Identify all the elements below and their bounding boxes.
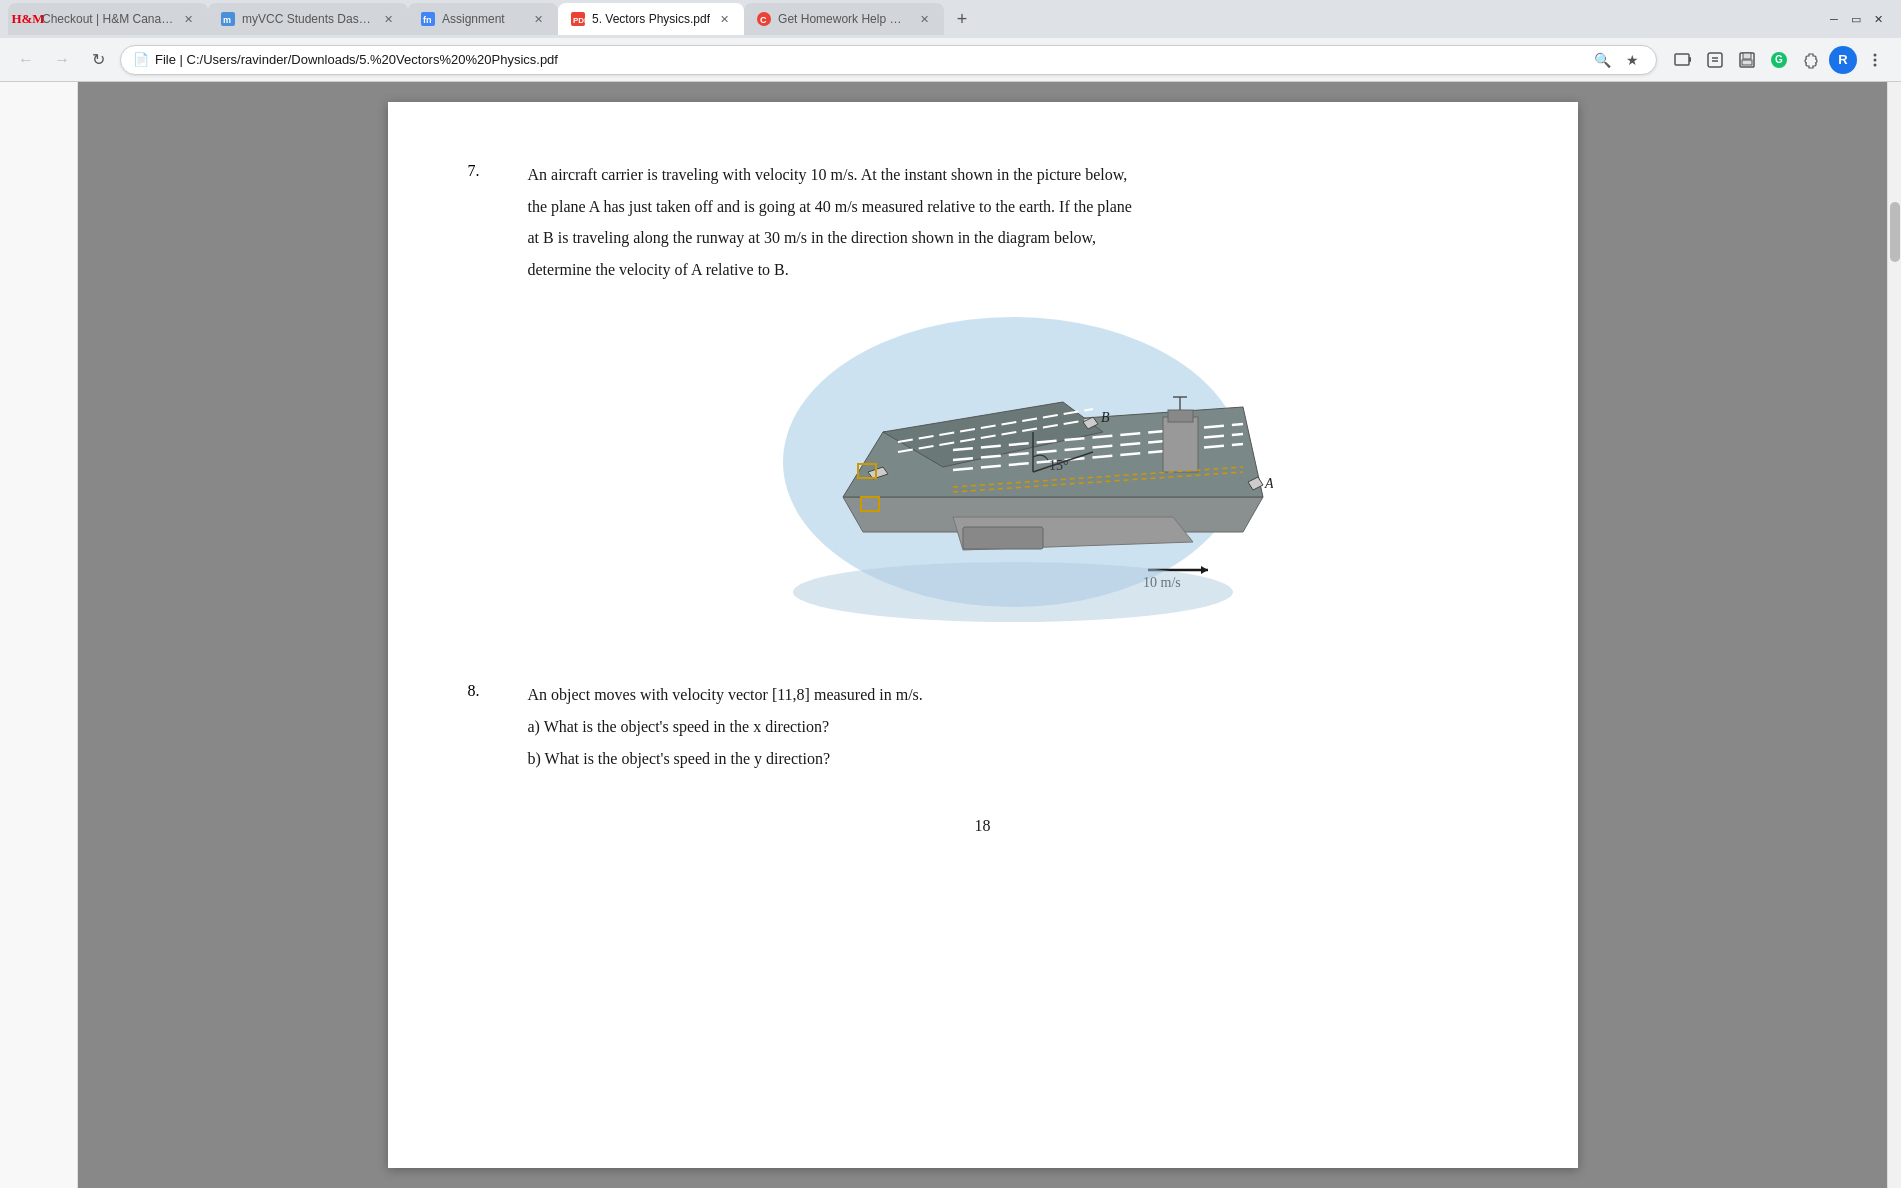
q7-line1: An aircraft carrier is traveling with ve…: [528, 162, 1498, 188]
svg-point-16: [1874, 53, 1877, 56]
tab-assignment-close[interactable]: ✕: [530, 11, 546, 27]
q7-line2: the plane A has just taken off and is go…: [528, 194, 1498, 220]
menu-icon[interactable]: [1861, 46, 1889, 74]
window-controls: ─ ▭ ✕: [1827, 12, 1893, 26]
screen-capture-icon[interactable]: [1669, 46, 1697, 74]
svg-rect-33: [963, 527, 1043, 549]
minimize-button[interactable]: ─: [1827, 12, 1841, 26]
bookmark-icon[interactable]: ★: [1620, 48, 1644, 72]
aircraft-carrier-diagram: 15° B A: [528, 302, 1498, 622]
question-7-number: 7.: [468, 162, 508, 642]
vectors-favicon-icon: PDF: [570, 11, 586, 27]
svg-text:C: C: [760, 15, 767, 25]
reload-button[interactable]: ↻: [84, 46, 112, 74]
svg-rect-14: [1743, 53, 1751, 59]
pdf-page: 7. An aircraft carrier is traveling with…: [388, 102, 1578, 1168]
address-bar-icons: 🔍 ★: [1590, 48, 1644, 72]
address-text: File | C:/Users/ravinder/Downloads/5.%20…: [155, 52, 1584, 67]
browser-content: 7. An aircraft carrier is traveling with…: [0, 82, 1901, 1188]
svg-text:A: A: [1264, 476, 1273, 491]
tab-homework-close[interactable]: ✕: [916, 11, 932, 27]
svg-point-17: [1874, 58, 1877, 61]
svg-point-50: [793, 562, 1233, 622]
tab-myvcc[interactable]: m myVCC Students Dashbo... ✕: [208, 3, 408, 35]
tab-vectors-close[interactable]: ✕: [716, 11, 732, 27]
tab-search-icon[interactable]: [1701, 46, 1729, 74]
pdf-content-area: 7. An aircraft carrier is traveling with…: [78, 82, 1887, 1188]
extensions-icon[interactable]: [1797, 46, 1825, 74]
forward-button[interactable]: →: [48, 46, 76, 74]
tab-hm-label: Checkout | H&M Canada: [42, 12, 174, 26]
svg-rect-10: [1708, 53, 1722, 67]
hm-favicon-icon: H&M: [20, 11, 36, 27]
svg-rect-9: [1689, 57, 1691, 62]
q8-line1: An object moves with velocity vector [11…: [528, 682, 1498, 708]
page-number: 18: [468, 817, 1498, 835]
tab-myvcc-label: myVCC Students Dashbo...: [242, 12, 374, 26]
scrollbar-thumb[interactable]: [1890, 202, 1900, 262]
assignment-favicon-icon: fn: [420, 11, 436, 27]
question-7-text: An aircraft carrier is traveling with ve…: [528, 162, 1498, 642]
myvcc-favicon-icon: m: [220, 11, 236, 27]
question-8-text: An object moves with velocity vector [11…: [528, 682, 1498, 777]
svg-rect-28: [1163, 417, 1198, 472]
q8-line3: b) What is the object's speed in the y d…: [528, 746, 1498, 772]
tab-hm-close[interactable]: ✕: [180, 11, 196, 27]
q7-line4: determine the velocity of A relative to …: [528, 257, 1498, 283]
svg-point-18: [1874, 63, 1877, 66]
q8-line2: a) What is the object's speed in the x d…: [528, 714, 1498, 740]
grammarly-g-icon: G: [1771, 52, 1787, 68]
restore-button[interactable]: ▭: [1849, 12, 1863, 26]
svg-text:fn: fn: [423, 15, 432, 25]
tab-myvcc-close[interactable]: ✕: [380, 11, 396, 27]
svg-text:B: B: [1101, 410, 1110, 425]
profile-avatar[interactable]: R: [1829, 46, 1857, 74]
question-7-block: 7. An aircraft carrier is traveling with…: [468, 162, 1498, 642]
new-tab-button[interactable]: +: [948, 5, 976, 33]
svg-text:PDF: PDF: [573, 16, 585, 25]
search-icon[interactable]: 🔍: [1590, 48, 1614, 72]
scrollbar-track[interactable]: [1887, 82, 1901, 1188]
address-bar: ← → ↻ 📄 File | C:/Users/ravinder/Downloa…: [0, 38, 1901, 82]
close-button[interactable]: ✕: [1871, 12, 1885, 26]
svg-marker-48: [1201, 566, 1208, 574]
address-lock-icon: 📄: [133, 52, 149, 67]
svg-rect-8: [1675, 54, 1689, 65]
svg-rect-15: [1742, 60, 1752, 65]
tab-hm[interactable]: H&M Checkout | H&M Canada ✕: [8, 3, 208, 35]
browser-toolbar-icons: G R: [1669, 46, 1889, 74]
save-icon[interactable]: [1733, 46, 1761, 74]
back-button[interactable]: ←: [12, 46, 40, 74]
pdf-sidebar: [0, 82, 78, 1188]
browser-frame: H&M Checkout | H&M Canada ✕ m myVCC Stud…: [0, 0, 1901, 1188]
question-8-block: 8. An object moves with velocity vector …: [468, 682, 1498, 777]
homework-favicon-icon: C: [756, 11, 772, 27]
tab-homework-label: Get Homework Help Wi...: [778, 12, 910, 26]
question-8-number: 8.: [468, 682, 508, 777]
tab-vectors[interactable]: PDF 5. Vectors Physics.pdf ✕: [558, 3, 744, 35]
tab-vectors-label: 5. Vectors Physics.pdf: [592, 12, 710, 26]
grammarly-icon[interactable]: G: [1765, 46, 1793, 74]
title-bar: H&M Checkout | H&M Canada ✕ m myVCC Stud…: [0, 0, 1901, 38]
tab-assignment-label: Assignment: [442, 12, 524, 26]
tab-homework[interactable]: C Get Homework Help Wi... ✕: [744, 3, 944, 35]
diagram-svg: 15° B A: [753, 302, 1273, 622]
q7-line3: at B is traveling along the runway at 30…: [528, 225, 1498, 251]
tab-assignment[interactable]: fn Assignment ✕: [408, 3, 558, 35]
svg-text:m: m: [223, 15, 231, 25]
address-bar-input[interactable]: 📄 File | C:/Users/ravinder/Downloads/5.%…: [120, 45, 1657, 75]
svg-rect-29: [1168, 410, 1193, 422]
svg-text:15°: 15°: [1049, 458, 1069, 473]
